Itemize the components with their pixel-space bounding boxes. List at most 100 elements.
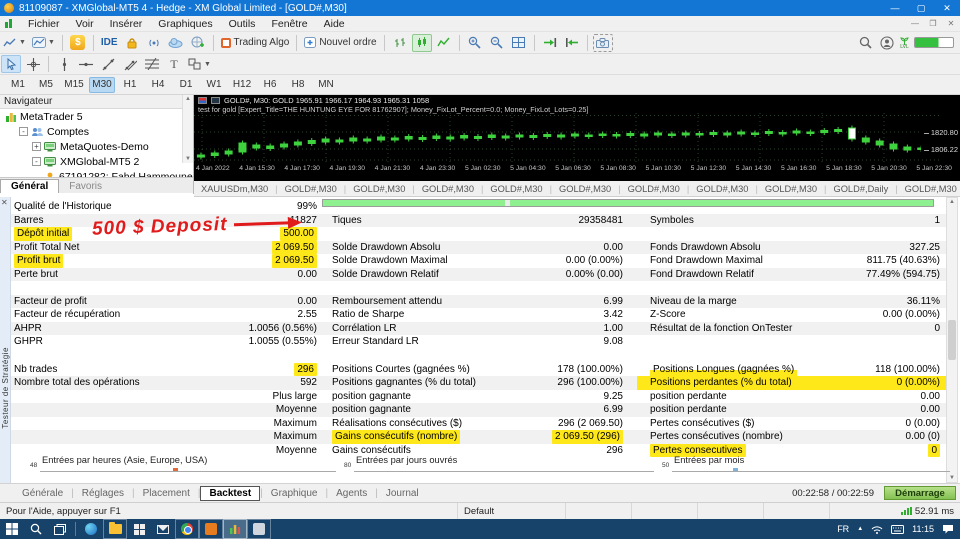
tester-tab-placement[interactable]: Placement [135,487,198,500]
start-button[interactable]: Démarrage [884,486,956,500]
navigator-tab-général[interactable]: Général [0,179,60,193]
child-restore-button[interactable]: ❐ [924,19,942,28]
hline-tool-button[interactable] [76,55,96,73]
collapse-icon[interactable]: - [32,157,41,166]
fibonacci-tool-button[interactable] [142,55,162,73]
timeframe-button-h6[interactable]: H6 [257,77,283,93]
tree-item-metatrader-5[interactable]: MetaTrader 5 [0,109,193,124]
timeframe-button-w1[interactable]: W1 [201,77,227,93]
start-button[interactable] [0,519,24,539]
tester-tab-graphique[interactable]: Graphique [263,487,326,500]
mail-app-button[interactable] [151,519,175,539]
timeframe-button-d1[interactable]: D1 [173,77,199,93]
tester-tab-backtest[interactable]: Backtest [200,485,261,501]
tester-scrollbar[interactable]: ▲ ▼ [946,197,958,483]
collapse-icon[interactable]: - [19,127,28,136]
navigator-tab-favoris[interactable]: Favoris [59,180,112,193]
new-order-button[interactable]: Nouvel ordre [302,34,378,52]
timeframe-button-h1[interactable]: H1 [117,77,143,93]
zoom-in-button[interactable] [465,34,485,52]
scroll-thumb[interactable] [948,320,956,360]
navigator-scrollbar[interactable]: ▲ ▼ [182,95,193,163]
generic-app-button[interactable] [247,519,271,539]
timeframe-button-h8[interactable]: H8 [285,77,311,93]
deposit-button[interactable]: $ [68,34,88,52]
tester-tab-journal[interactable]: Journal [378,487,427,500]
file-explorer-button[interactable] [103,519,127,539]
menu-item-fichier[interactable]: Fichier [20,18,68,30]
ide-button[interactable]: IDE [99,34,120,52]
tray-expand-icon[interactable]: ▲ [857,526,863,532]
indicator-dropdown[interactable]: ▼ [30,34,57,52]
close-button[interactable]: ✕ [934,0,960,16]
language-indicator[interactable]: FR [837,524,849,534]
chart-tab[interactable]: GOLD#,M30 [758,184,824,194]
chrome-app-button[interactable] [175,519,199,539]
menu-item-graphiques[interactable]: Graphiques [150,18,220,30]
chart-tab[interactable]: GOLD#,M30 [415,184,481,194]
tester-tab-générale[interactable]: Générale [14,487,71,500]
timeframe-button-h12[interactable]: H12 [229,77,255,93]
broadcast-button[interactable] [144,34,164,52]
chart-tab[interactable]: GOLD#,M30 [898,184,960,194]
candles-chart-button[interactable] [411,33,432,52]
office-app-button[interactable] [199,519,223,539]
lock-button[interactable] [122,34,142,52]
trading-algo-button[interactable]: Trading Algo [219,34,292,52]
scroll-down-icon[interactable]: ▼ [185,156,191,162]
tester-close-icon[interactable]: ✕ [1,198,8,207]
cursor-tool-button[interactable] [1,55,21,73]
chart-panel[interactable]: GOLD#, M30: GOLD 1965.91 1966.17 1964.93… [194,95,960,181]
menu-item-outils[interactable]: Outils [221,18,264,30]
chart-tab[interactable]: XAUUSDm,M30 [194,184,275,194]
add-symbol-button[interactable] [188,34,208,52]
chart-tab[interactable]: GOLD#,M30 [483,184,549,194]
taskbar-search-button[interactable] [24,519,48,539]
crosshair-tool-button[interactable] [23,55,43,73]
cloud-button[interactable] [166,34,186,52]
menu-item-insérer[interactable]: Insérer [102,18,151,30]
child-close-button[interactable]: ✕ [942,19,960,28]
tree-item-67191282-fahd-hammoune[interactable]: 67191282: Fahd Hammoune [0,169,193,177]
text-tool-button[interactable]: T [164,55,184,73]
scroll-up-icon[interactable]: ▲ [185,96,191,102]
keyboard-icon[interactable] [891,524,905,534]
minimize-button[interactable]: — [882,0,908,16]
timeframe-button-m5[interactable]: M5 [33,77,59,93]
chart-tab[interactable]: GOLD#,M30 [621,184,687,194]
zoom-out-button[interactable] [487,34,507,52]
level-indicator[interactable]: LVL [900,36,909,49]
chart-tab[interactable]: GOLD#,M30 [689,184,755,194]
chart-tab[interactable]: GOLD#,M30 [278,184,344,194]
trendline-tool-button[interactable] [98,55,118,73]
timeframe-button-h4[interactable]: H4 [145,77,171,93]
line-chart-button[interactable] [434,34,454,52]
timeframe-button-mn[interactable]: MN [313,77,339,93]
tree-item-comptes[interactable]: - Comptes [0,124,193,139]
menu-item-aide[interactable]: Aide [316,18,353,30]
timeframe-button-m1[interactable]: M1 [5,77,31,93]
task-view-button[interactable] [48,519,72,539]
vline-tool-button[interactable] [54,55,74,73]
maximize-button[interactable]: ▢ [908,0,934,16]
tree-item-xmglobal-mt5-2[interactable]: - XMGlobal-MT5 2 [0,154,193,169]
account-button[interactable] [877,34,897,52]
chart-type-dropdown[interactable]: ▼ [1,34,28,52]
child-minimize-button[interactable]: — [906,19,924,28]
shift-end-button[interactable] [540,34,560,52]
tester-tab-agents[interactable]: Agents [328,487,375,500]
notification-icon[interactable] [942,524,954,534]
tree-item-metaquotes-demo[interactable]: + MetaQuotes-Demo [0,139,193,154]
screenshot-button[interactable] [592,33,613,52]
store-app-button[interactable] [127,519,151,539]
menu-item-fenêtre[interactable]: Fenêtre [263,18,315,30]
tester-tab-réglages[interactable]: Réglages [74,487,132,500]
bars-chart-button[interactable] [390,34,410,52]
channel-tool-button[interactable] [120,55,140,73]
menu-item-voir[interactable]: Voir [68,18,102,30]
scroll-down-icon[interactable]: ▼ [949,475,955,481]
timeframe-button-m15[interactable]: M15 [61,77,87,93]
chart-tab[interactable]: GOLD#,M30 [346,184,412,194]
shift-back-button[interactable] [562,34,582,52]
timeframe-button-m30[interactable]: M30 [89,76,115,93]
